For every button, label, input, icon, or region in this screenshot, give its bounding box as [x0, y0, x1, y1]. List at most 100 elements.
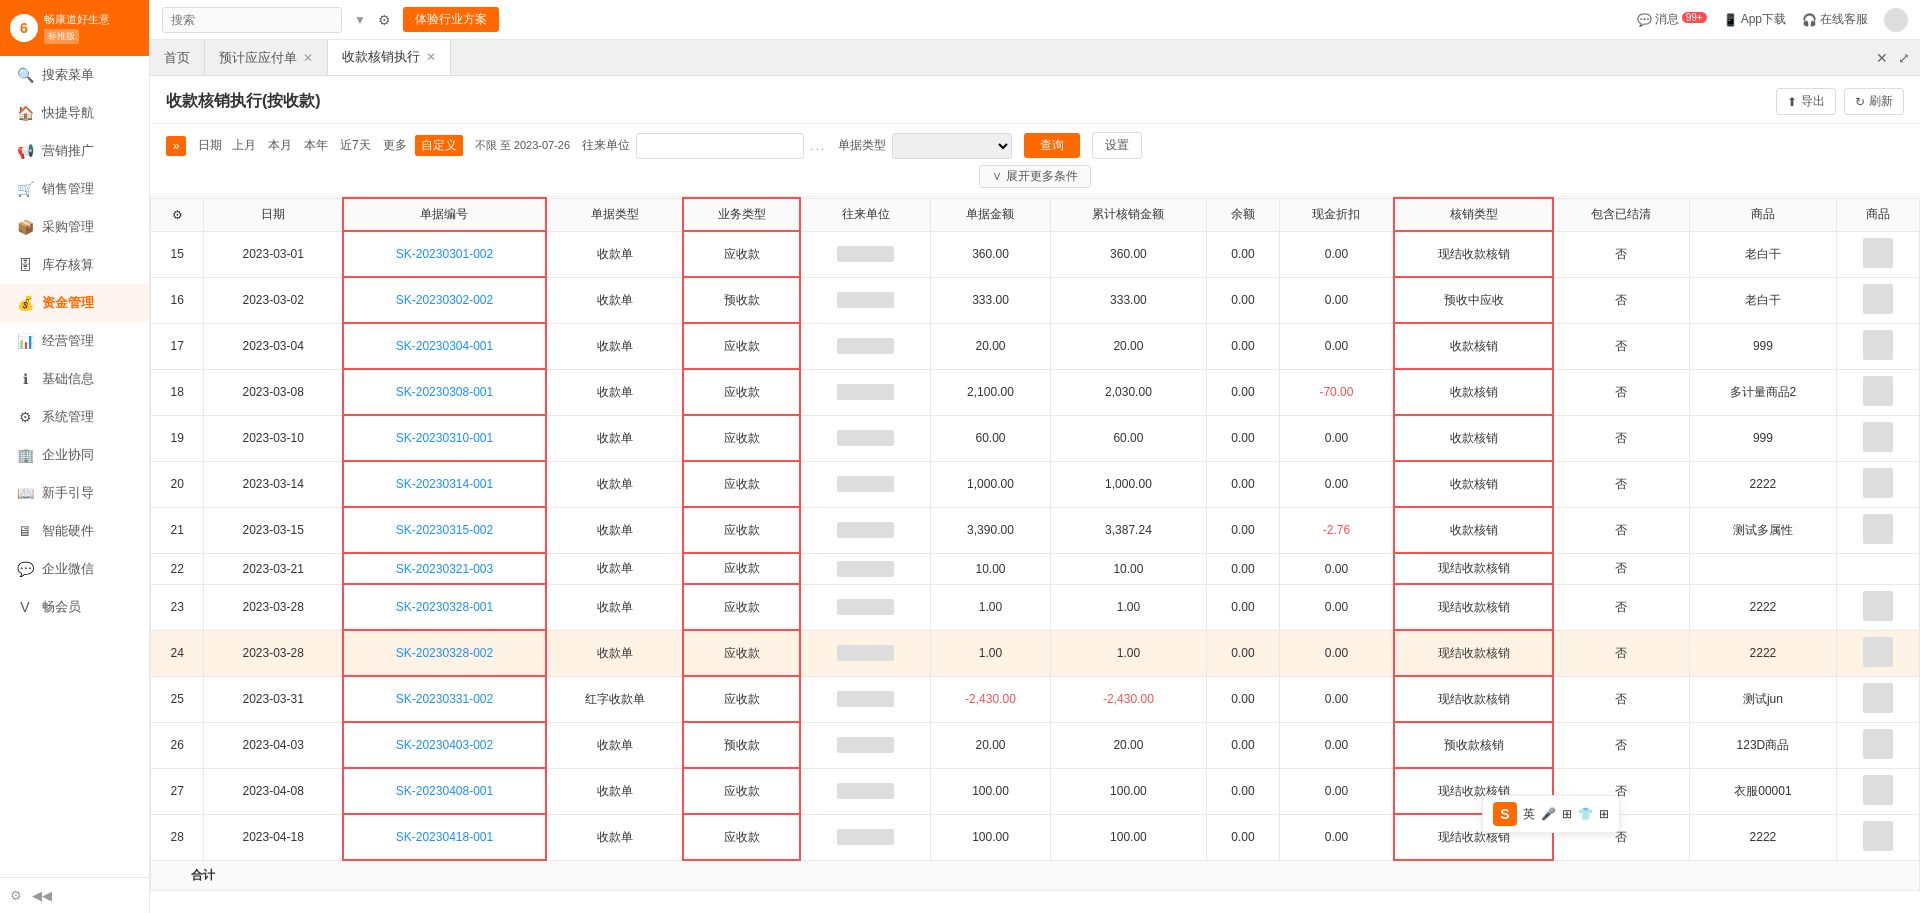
settings-gear-icon[interactable]: ⚙	[378, 12, 391, 28]
row-date: 2023-03-04	[204, 323, 343, 369]
product-image	[1863, 821, 1893, 851]
table-row[interactable]: 15 2023-03-01 SK-20230301-002 收款单 应收款 ██…	[151, 231, 1920, 277]
sidebar-label-system: 系统管理	[42, 408, 94, 426]
row-product-img	[1837, 507, 1920, 553]
date-range-display: 不限 至 2023-07-26	[475, 138, 570, 153]
col-settings-icon[interactable]: ⚙	[172, 208, 183, 222]
doc-no-link[interactable]: SK-20230302-002	[396, 293, 493, 307]
sidebar-item-marketing[interactable]: 📢营销推广	[0, 132, 149, 170]
sidebar-item-inventory[interactable]: 🗄库存核算	[0, 246, 149, 284]
table-row[interactable]: 17 2023-03-04 SK-20230304-001 收款单 应收款 ██…	[151, 323, 1920, 369]
table-row[interactable]: 27 2023-04-08 SK-20230408-001 收款单 应收款 ██…	[151, 768, 1920, 814]
table-row[interactable]: 28 2023-04-18 SK-20230418-001 收款单 应收款 ██…	[151, 814, 1920, 860]
custom-date-btn[interactable]: 自定义	[415, 135, 463, 156]
doc-no-link[interactable]: SK-20230314-001	[396, 477, 493, 491]
tab-close-collection[interactable]: ✕	[426, 50, 436, 64]
this-month-btn[interactable]: 本月	[264, 135, 296, 156]
sidebar-item-search[interactable]: 🔍搜索菜单	[0, 56, 149, 94]
doc-type-select[interactable]	[892, 133, 1012, 159]
table-row[interactable]: 25 2023-03-31 SK-20230331-002 红字收款单 应收款 …	[151, 676, 1920, 722]
sidebar-item-guide[interactable]: 📖新手引导	[0, 474, 149, 512]
messages-button[interactable]: 💬 消息 99+	[1637, 11, 1707, 28]
table-row[interactable]: 16 2023-03-02 SK-20230302-002 收款单 预收款 ██…	[151, 277, 1920, 323]
sidebar-item-system[interactable]: ⚙系统管理	[0, 398, 149, 436]
table-row[interactable]: 21 2023-03-15 SK-20230315-002 收款单 应收款 ██…	[151, 507, 1920, 553]
query-button[interactable]: 查询	[1024, 133, 1080, 158]
sidebar-item-member[interactable]: V畅会员	[0, 588, 149, 626]
doc-no-link[interactable]: SK-20230321-003	[396, 562, 493, 576]
sidebar-icon-member: V	[16, 599, 34, 615]
last-month-btn[interactable]: 上月	[228, 135, 260, 156]
row-no: 17	[151, 323, 204, 369]
toggle-filter-icon[interactable]: »	[166, 136, 186, 156]
row-product: 2222	[1689, 630, 1836, 676]
sidebar-item-finance[interactable]: 💰资金管理	[0, 284, 149, 322]
sidebar-icon-basic: ℹ	[16, 371, 34, 387]
doc-no-link[interactable]: SK-20230304-001	[396, 339, 493, 353]
row-date: 2023-04-18	[204, 814, 343, 860]
doc-no-link[interactable]: SK-20230328-001	[396, 600, 493, 614]
row-partner: ██	[800, 584, 931, 630]
doc-no-link[interactable]: SK-20230301-002	[396, 247, 493, 261]
this-year-btn[interactable]: 本年	[300, 135, 332, 156]
col-gear[interactable]: ⚙	[151, 198, 204, 231]
table-row[interactable]: 23 2023-03-28 SK-20230328-001 收款单 应收款 ██…	[151, 584, 1920, 630]
table-row[interactable]: 22 2023-03-21 SK-20230321-003 收款单 应收款 ██…	[151, 553, 1920, 584]
sidebar-item-basic[interactable]: ℹ基础信息	[0, 360, 149, 398]
table-row[interactable]: 18 2023-03-08 SK-20230308-001 收款单 应收款 ██…	[151, 369, 1920, 415]
sidebar-item-corp[interactable]: 🏢企业协同	[0, 436, 149, 474]
col-product-img: 商品	[1837, 198, 1920, 231]
doc-no-link[interactable]: SK-20230328-002	[396, 646, 493, 660]
doc-no-link[interactable]: SK-20230308-001	[396, 385, 493, 399]
sidebar-item-quicknav[interactable]: 🏠快捷导航	[0, 94, 149, 132]
message-count-badge: 99+	[1682, 12, 1707, 23]
col-doc-type: 单据类型	[546, 198, 683, 231]
table-row[interactable]: 26 2023-04-03 SK-20230403-002 收款单 预收款 ██…	[151, 722, 1920, 768]
refresh-button[interactable]: ↻ 刷新	[1844, 88, 1904, 115]
table-row[interactable]: 19 2023-03-10 SK-20230310-001 收款单 应收款 ██…	[151, 415, 1920, 461]
export-button[interactable]: ⬆ 导出	[1776, 88, 1836, 115]
app-download-button[interactable]: 📱 App下载	[1723, 11, 1786, 28]
more-date-btn[interactable]: 更多	[379, 135, 411, 156]
table-row[interactable]: 20 2023-03-14 SK-20230314-001 收款单 应收款 ██…	[151, 461, 1920, 507]
tab-prepay[interactable]: 预计应应付单✕	[205, 40, 328, 75]
sidebar-settings-icon[interactable]: ⚙	[10, 888, 22, 903]
row-product: 999	[1689, 415, 1836, 461]
last-7-days-btn[interactable]: 近7天	[336, 135, 375, 156]
close-tab-icon[interactable]: ✕	[1876, 50, 1888, 66]
expand-icon[interactable]: ⤢	[1898, 50, 1910, 66]
row-verify-type: 预收款核销	[1394, 722, 1552, 768]
doc-no-link[interactable]: SK-20230418-001	[396, 830, 493, 844]
row-amount: 1.00	[931, 630, 1050, 676]
search-input[interactable]	[162, 7, 342, 33]
main-area: ▼ ⚙ 体验行业方案 💬 消息 99+ 📱 App下载 🎧 在线客服 首页预计应…	[150, 0, 1920, 913]
row-product: 衣服00001	[1689, 768, 1836, 814]
doc-no-link[interactable]: SK-20230408-001	[396, 784, 493, 798]
partner-input[interactable]	[636, 133, 804, 159]
row-no: 25	[151, 676, 204, 722]
doc-no-link[interactable]: SK-20230403-002	[396, 738, 493, 752]
tab-home[interactable]: 首页	[150, 40, 205, 75]
sidebar-collapse-icon[interactable]: ◀◀	[32, 888, 52, 903]
doc-no-link[interactable]: SK-20230315-002	[396, 523, 493, 537]
table-row[interactable]: 24 2023-03-28 SK-20230328-002 收款单 应收款 ██…	[151, 630, 1920, 676]
tab-collection[interactable]: 收款核销执行✕	[328, 40, 451, 75]
row-discount: 0.00	[1279, 461, 1394, 507]
chevron-down-icon[interactable]: ▼	[354, 13, 366, 27]
doc-no-link[interactable]: SK-20230331-002	[396, 692, 493, 706]
sidebar-item-hardware[interactable]: 🖥智能硬件	[0, 512, 149, 550]
sidebar-item-purchase[interactable]: 📦采购管理	[0, 208, 149, 246]
expand-conditions-button[interactable]: ∨ 展开更多条件	[979, 165, 1090, 188]
sidebar-item-operation[interactable]: 📊经营管理	[0, 322, 149, 360]
filter-setting-button[interactable]: 设置	[1092, 132, 1142, 159]
sidebar-item-sales[interactable]: 🛒销售管理	[0, 170, 149, 208]
user-avatar[interactable]	[1884, 8, 1908, 32]
sidebar-brand-name: 畅康道好生意	[44, 12, 110, 26]
tab-close-prepay[interactable]: ✕	[303, 51, 313, 65]
industry-solution-button[interactable]: 体验行业方案	[403, 7, 499, 32]
row-accumulated: 333.00	[1050, 277, 1207, 323]
sidebar-item-wechat[interactable]: 💬企业微信	[0, 550, 149, 588]
doc-no-link[interactable]: SK-20230310-001	[396, 431, 493, 445]
date-filter-buttons: 上月 本月 本年 近7天 更多 自定义	[228, 135, 463, 156]
online-service-button[interactable]: 🎧 在线客服	[1802, 11, 1868, 28]
